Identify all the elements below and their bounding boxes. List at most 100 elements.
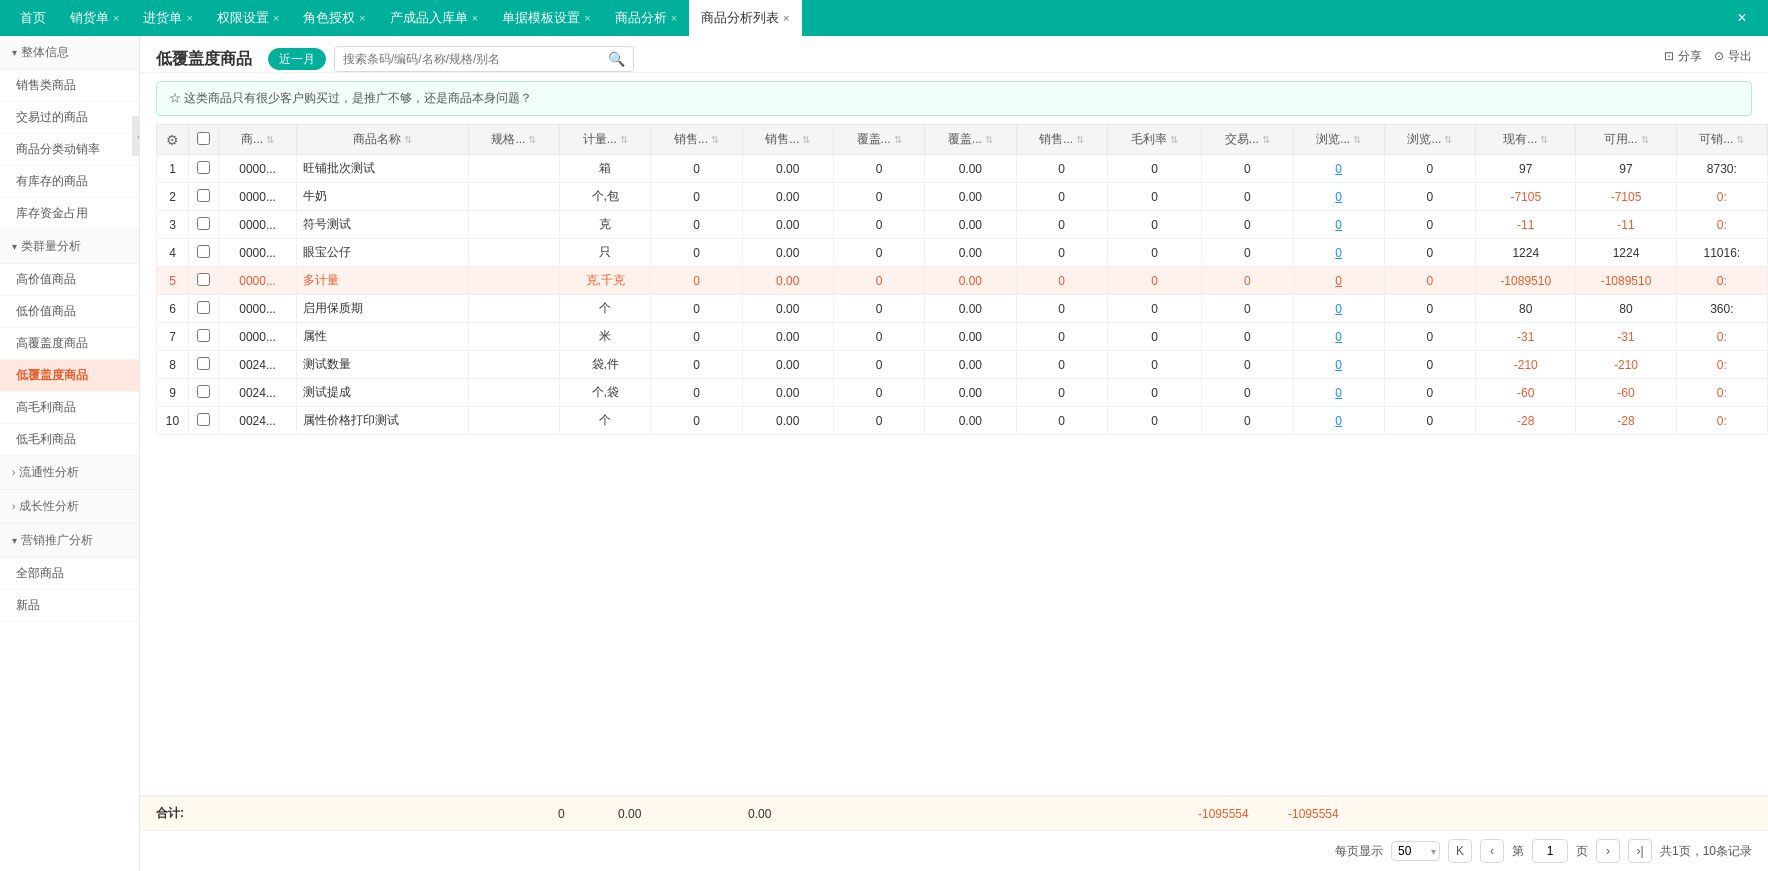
cell-checkbox-4[interactable]	[189, 267, 219, 295]
th-saleable[interactable]: 可销...⇅	[1676, 125, 1767, 155]
filter-recent-month-button[interactable]: 近一月	[268, 48, 326, 70]
export-button[interactable]: ⊙ 导出	[1714, 48, 1752, 65]
cell-view1-5[interactable]: 0	[1293, 295, 1384, 323]
cell-view1-3[interactable]: 0	[1293, 239, 1384, 267]
sort-saleable-icon[interactable]: ⇅	[1736, 134, 1744, 145]
nav-product-analysis[interactable]: 商品分析 ×	[603, 0, 689, 36]
row-checkbox-5[interactable]	[197, 301, 210, 314]
sidebar-group-cluster-title[interactable]: ▾ 类群量分析	[0, 230, 139, 264]
sort-current-qty-icon[interactable]: ⇅	[1540, 134, 1548, 145]
search-icon[interactable]: 🔍	[608, 51, 625, 67]
th-name[interactable]: 商品名称⇅	[297, 125, 469, 155]
cell-checkbox-3[interactable]	[189, 239, 219, 267]
cell-view1-9[interactable]: 0	[1293, 407, 1384, 435]
sort-sales-qty-icon[interactable]: ⇅	[711, 134, 719, 145]
select-all-checkbox[interactable]	[197, 132, 210, 145]
sidebar-item-stock-capital[interactable]: 库存资金占用	[0, 198, 139, 230]
sort-trade-icon[interactable]: ⇅	[1262, 134, 1270, 145]
row-checkbox-7[interactable]	[197, 357, 210, 370]
nav-permissions[interactable]: 权限设置 ×	[205, 0, 291, 36]
nav-home[interactable]: 首页	[8, 0, 58, 36]
cell-checkbox-8[interactable]	[189, 379, 219, 407]
cell-view1-6[interactable]: 0	[1293, 323, 1384, 351]
nav-template-settings-close[interactable]: ×	[584, 12, 590, 24]
sidebar-item-new-goods[interactable]: 新品	[0, 590, 139, 622]
cell-view1-0[interactable]: 0	[1293, 155, 1384, 183]
nav-product-analysis-list-close[interactable]: ×	[783, 12, 789, 24]
prev-page-button[interactable]: ‹	[1480, 839, 1504, 863]
sort-cover2-icon[interactable]: ⇅	[985, 134, 993, 145]
cell-checkbox-6[interactable]	[189, 323, 219, 351]
th-available-qty[interactable]: 可用...⇅	[1576, 125, 1676, 155]
row-checkbox-4[interactable]	[197, 273, 210, 286]
cell-checkbox-9[interactable]	[189, 407, 219, 435]
nav-finished-goods[interactable]: 产成品入库单 ×	[378, 0, 490, 36]
sort-available-qty-icon[interactable]: ⇅	[1641, 134, 1649, 145]
sort-cover1-icon[interactable]: ⇅	[894, 134, 902, 145]
sidebar-item-traded-goods[interactable]: 交易过的商品	[0, 102, 139, 134]
th-settings[interactable]: ⚙	[157, 125, 189, 155]
cell-checkbox-2[interactable]	[189, 211, 219, 239]
sidebar-item-in-stock[interactable]: 有库存的商品	[0, 166, 139, 198]
sidebar-group-growth-title[interactable]: › 成长性分析	[0, 490, 139, 524]
nav-sales-order-close[interactable]: ×	[113, 12, 119, 24]
next-page-button[interactable]: ›	[1596, 839, 1620, 863]
row-checkbox-9[interactable]	[197, 413, 210, 426]
sort-sales-amt-icon[interactable]: ⇅	[802, 134, 810, 145]
sidebar-item-high-value[interactable]: 高价值商品	[0, 264, 139, 296]
nav-role-auth-close[interactable]: ×	[359, 12, 365, 24]
cell-checkbox-5[interactable]	[189, 295, 219, 323]
nav-finished-goods-close[interactable]: ×	[472, 12, 478, 24]
th-sales-extra[interactable]: 销售...⇅	[1016, 125, 1107, 155]
cell-checkbox-0[interactable]	[189, 155, 219, 183]
share-button[interactable]: ⊡ 分享	[1664, 48, 1702, 65]
nav-role-auth[interactable]: 角色授权 ×	[291, 0, 377, 36]
th-sales-qty[interactable]: 销售...⇅	[651, 125, 742, 155]
sort-unit-icon[interactable]: ⇅	[620, 134, 628, 145]
sort-code-icon[interactable]: ⇅	[266, 134, 274, 145]
nav-permissions-close[interactable]: ×	[273, 12, 279, 24]
nav-product-analysis-list[interactable]: 商品分析列表 ×	[689, 0, 801, 36]
sort-view2-icon[interactable]: ⇅	[1444, 134, 1452, 145]
nav-product-analysis-close[interactable]: ×	[671, 12, 677, 24]
th-view1[interactable]: 浏览...⇅	[1293, 125, 1384, 155]
sidebar-item-all-goods[interactable]: 全部商品	[0, 558, 139, 590]
sidebar-item-high-margin[interactable]: 高毛利商品	[0, 392, 139, 424]
nav-template-settings[interactable]: 单据模板设置 ×	[490, 0, 602, 36]
th-sales-amt[interactable]: 销售...⇅	[742, 125, 833, 155]
sort-sales-extra-icon[interactable]: ⇅	[1076, 134, 1084, 145]
sort-margin-icon[interactable]: ⇅	[1170, 134, 1178, 145]
th-code[interactable]: 商...⇅	[219, 125, 297, 155]
th-cover2[interactable]: 覆盖...⇅	[925, 125, 1016, 155]
sidebar-item-low-value[interactable]: 低价值商品	[0, 296, 139, 328]
th-checkbox[interactable]	[189, 125, 219, 155]
th-cover1[interactable]: 覆盖...⇅	[833, 125, 924, 155]
window-close-button[interactable]: ×	[1724, 0, 1760, 36]
row-checkbox-3[interactable]	[197, 245, 210, 258]
row-checkbox-0[interactable]	[197, 161, 210, 174]
first-page-button[interactable]: K	[1448, 839, 1472, 863]
sort-name-icon[interactable]: ⇅	[404, 134, 412, 145]
th-current-qty[interactable]: 现有...⇅	[1476, 125, 1576, 155]
sidebar-group-overall-title[interactable]: ▾ 整体信息	[0, 36, 139, 70]
row-checkbox-2[interactable]	[197, 217, 210, 230]
sidebar-item-sales-goods[interactable]: 销售类商品	[0, 70, 139, 102]
th-spec[interactable]: 规格...⇅	[468, 125, 559, 155]
th-trade[interactable]: 交易...⇅	[1202, 125, 1293, 155]
sidebar-item-category-rate[interactable]: 商品分类动销率	[0, 134, 139, 166]
cell-view1-4[interactable]: 0	[1293, 267, 1384, 295]
sidebar-group-liquidity-title[interactable]: › 流通性分析	[0, 456, 139, 490]
sort-spec-icon[interactable]: ⇅	[528, 134, 536, 145]
nav-purchase-order[interactable]: 进货单 ×	[131, 0, 204, 36]
cell-view1-2[interactable]: 0	[1293, 211, 1384, 239]
last-page-button[interactable]: ›|	[1628, 839, 1652, 863]
sort-view1-icon[interactable]: ⇅	[1353, 134, 1361, 145]
row-checkbox-6[interactable]	[197, 329, 210, 342]
page-size-select[interactable]: 50 100 200	[1391, 841, 1440, 861]
sidebar-group-marketing-title[interactable]: ▾ 营销推广分析	[0, 524, 139, 558]
sidebar-item-high-coverage[interactable]: 高覆盖度商品	[0, 328, 139, 360]
nav-sales-order[interactable]: 销货单 ×	[58, 0, 131, 36]
cell-view1-7[interactable]: 0	[1293, 351, 1384, 379]
th-margin[interactable]: 毛利率⇅	[1107, 125, 1201, 155]
th-unit[interactable]: 计量...⇅	[560, 125, 651, 155]
